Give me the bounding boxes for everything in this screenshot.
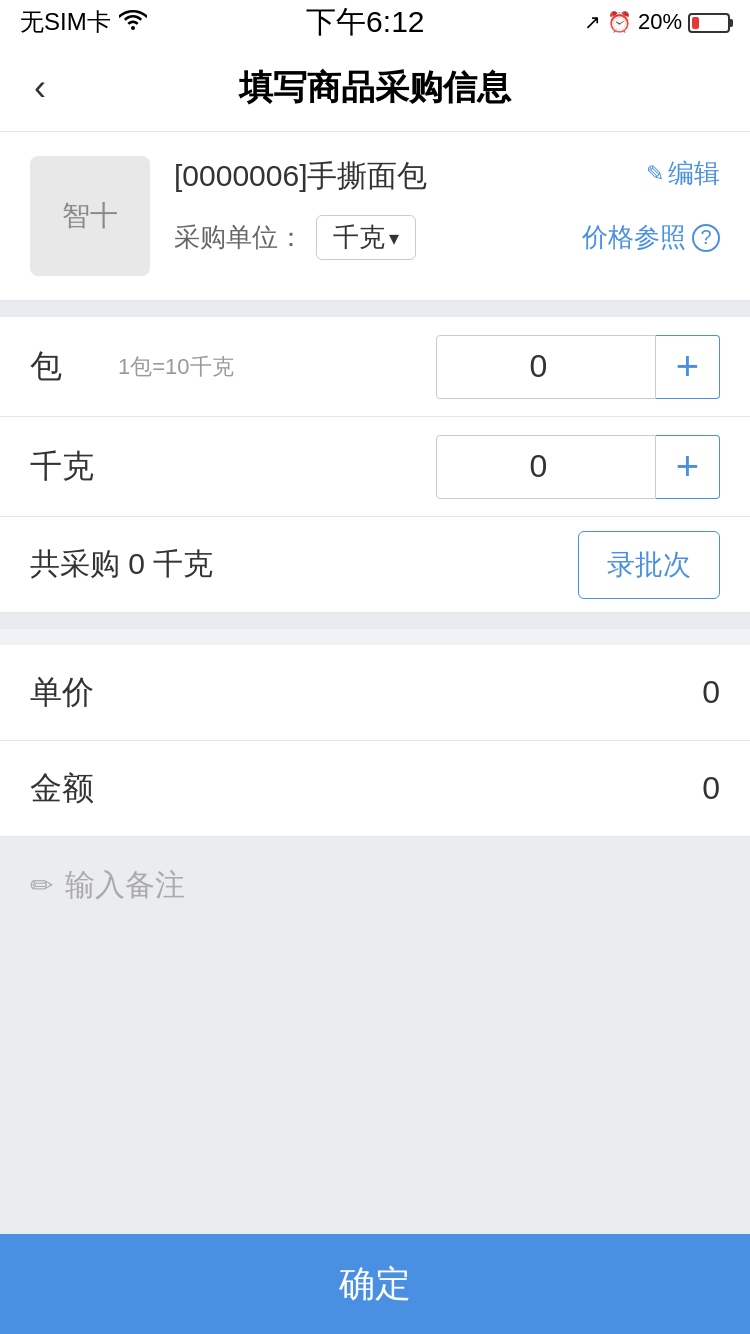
- alarm-icon: ⏰: [607, 10, 632, 34]
- back-icon: ‹: [34, 67, 46, 109]
- record-batch-button[interactable]: 录批次: [578, 531, 720, 599]
- amount-row: 金额 0: [0, 741, 750, 837]
- price-ref-label: 价格参照: [582, 220, 686, 255]
- product-title: 手撕面包: [307, 159, 427, 192]
- carrier-text: 无SIM卡: [20, 6, 111, 38]
- battery-icon: [688, 9, 730, 35]
- gps-icon: ↗: [584, 10, 601, 34]
- amount-label: 金额: [30, 767, 94, 811]
- unit-chevron-icon: ▾: [389, 226, 399, 250]
- bao-plus-button[interactable]: +: [656, 335, 720, 399]
- unit-price-row: 单价 0: [0, 645, 750, 741]
- pencil-icon: ✏: [30, 869, 53, 902]
- price-ref-button[interactable]: 价格参照 ?: [582, 220, 720, 255]
- product-image: 智十: [30, 156, 150, 276]
- section-divider-1: [0, 301, 750, 317]
- unit-price-value: 0: [702, 674, 720, 711]
- kg-plus-button[interactable]: +: [656, 435, 720, 499]
- input-section: 包 1包=10千克 + 千克 +: [0, 317, 750, 517]
- kg-input[interactable]: [436, 435, 656, 499]
- price-section: 单价 0 金额 0: [0, 645, 750, 837]
- product-card: 智十 [0000006]手撕面包 ✎ 编辑 采购单位： 千克 ▾ 价格参照 ?: [0, 132, 750, 301]
- unit-select[interactable]: 千克 ▾: [316, 215, 416, 260]
- bao-label: 包: [30, 345, 110, 389]
- product-top-row: [0000006]手撕面包 ✎ 编辑: [174, 156, 720, 197]
- purchase-unit-row: 采购单位： 千克 ▾ 价格参照 ?: [174, 215, 720, 260]
- status-left: 无SIM卡: [20, 6, 147, 38]
- bao-input-right: +: [436, 335, 720, 399]
- wifi-icon: [119, 8, 147, 36]
- product-logo: 智十: [62, 197, 118, 235]
- kg-input-row: 千克 +: [0, 417, 750, 517]
- unit-price-label: 单价: [30, 671, 94, 715]
- status-right: ↗ ⏰ 20%: [584, 9, 730, 35]
- unit-value: 千克: [333, 220, 385, 255]
- battery-percent: 20%: [638, 9, 682, 35]
- product-name: [0000006]手撕面包: [174, 156, 427, 197]
- confirm-button[interactable]: 确定: [0, 1234, 750, 1334]
- edit-label: 编辑: [668, 156, 720, 191]
- nav-bar: ‹ 填写商品采购信息: [0, 44, 750, 132]
- amount-value: 0: [702, 770, 720, 807]
- edit-icon: ✎: [646, 161, 664, 187]
- unit-label: 采购单位：: [174, 220, 304, 255]
- product-info: [0000006]手撕面包 ✎ 编辑 采购单位： 千克 ▾ 价格参照 ?: [174, 156, 720, 260]
- bao-input[interactable]: [436, 335, 656, 399]
- summary-row: 共采购 0 千克 录批次: [0, 517, 750, 613]
- back-button[interactable]: ‹: [0, 44, 80, 132]
- page-title: 填写商品采购信息: [239, 65, 511, 111]
- content-spacer: [0, 934, 750, 1254]
- section-divider-2: [0, 613, 750, 629]
- bao-sublabel: 1包=10千克: [118, 352, 234, 382]
- status-time: 下午6:12: [306, 2, 424, 43]
- status-bar: 无SIM卡 下午6:12 ↗ ⏰ 20%: [0, 0, 750, 44]
- bao-input-row: 包 1包=10千克 +: [0, 317, 750, 417]
- remark-placeholder: 输入备注: [65, 865, 185, 906]
- help-icon: ?: [692, 224, 720, 252]
- product-id: [0000006]: [174, 159, 307, 192]
- edit-button[interactable]: ✎ 编辑: [646, 156, 720, 191]
- kg-input-right: +: [436, 435, 720, 499]
- remark-section[interactable]: ✏ 输入备注: [0, 837, 750, 934]
- summary-text: 共采购 0 千克: [30, 544, 213, 585]
- kg-label: 千克: [30, 445, 110, 489]
